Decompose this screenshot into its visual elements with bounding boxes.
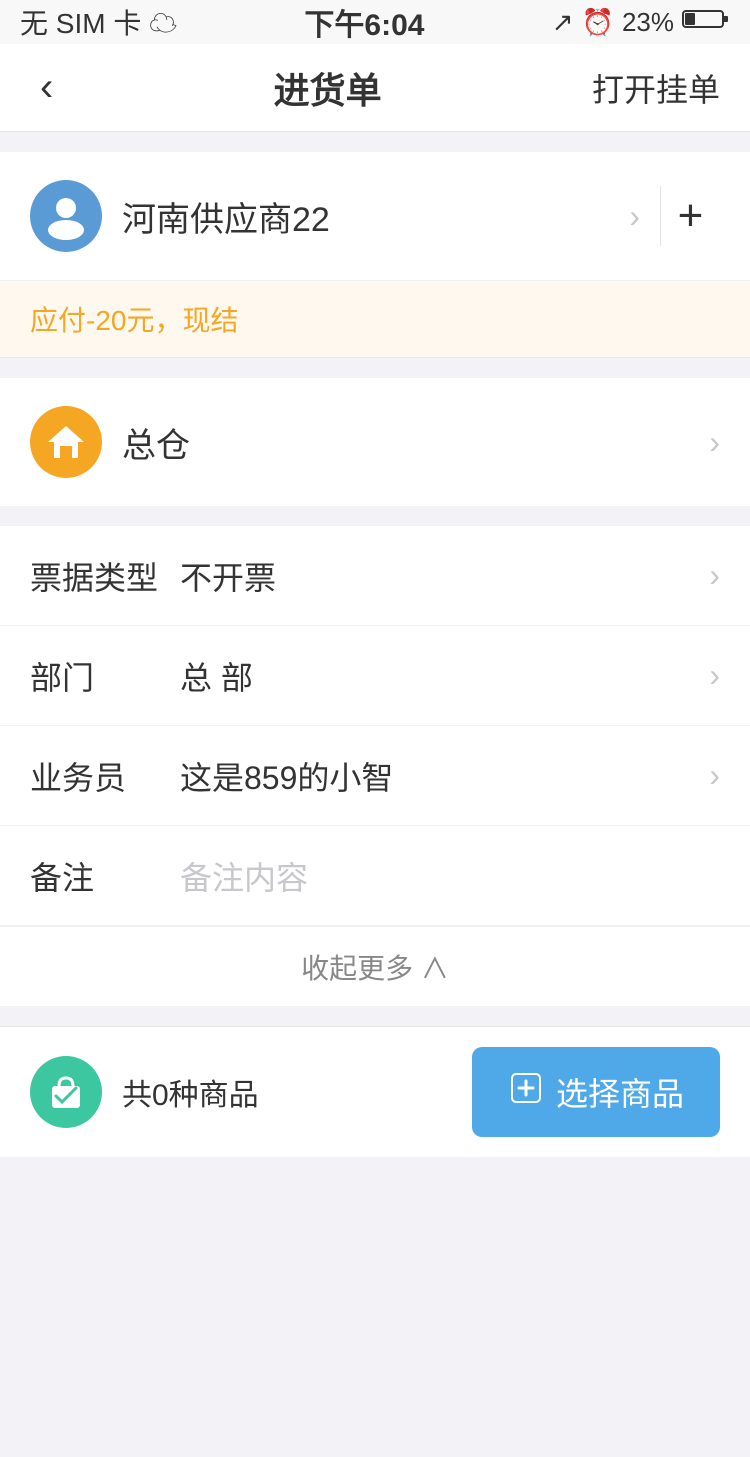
supplier-chevron-icon: › xyxy=(629,198,640,235)
remark-input[interactable]: 备注内容 xyxy=(170,853,720,899)
location-icon: ↗ xyxy=(552,7,574,38)
product-bar: 共0种商品 选择商品 xyxy=(0,1026,750,1157)
invoice-type-value: 不开票 xyxy=(170,553,699,599)
supplier-row[interactable]: 河南供应商22 › + xyxy=(0,152,750,281)
warehouse-chevron-icon: › xyxy=(709,424,720,461)
department-row[interactable]: 部门 总 部 › xyxy=(0,626,750,726)
status-left: 无 SIM 卡 ☁ xyxy=(20,2,177,42)
no-sim-text: 无 SIM 卡 ☁ xyxy=(20,2,177,42)
section-gap-3 xyxy=(0,506,750,526)
notice-banner: 应付-20元，现结 xyxy=(0,281,750,358)
department-label: 部门 xyxy=(30,653,170,699)
bottom-gray-area xyxy=(0,1157,750,1457)
product-count-text: 共0种商品 xyxy=(122,1070,259,1114)
page-title: 进货单 xyxy=(274,62,382,114)
nav-bar: ‹ 进货单 打开挂单 xyxy=(0,44,750,132)
battery-icon xyxy=(682,7,730,38)
add-icon: + xyxy=(678,194,704,238)
salesperson-row[interactable]: 业务员 这是859的小智 › xyxy=(0,726,750,826)
salesperson-chevron-icon: › xyxy=(709,757,720,794)
invoice-type-row[interactable]: 票据类型 不开票 › xyxy=(0,526,750,626)
product-icon xyxy=(30,1056,102,1128)
select-product-icon xyxy=(508,1070,544,1114)
back-button[interactable]: ‹ xyxy=(30,55,63,120)
select-product-button[interactable]: 选择商品 xyxy=(472,1047,720,1137)
supplier-name: 河南供应商22 xyxy=(122,192,629,241)
collapse-button[interactable]: 收起更多 ∧ xyxy=(0,926,750,1006)
salesperson-label: 业务员 xyxy=(30,753,170,799)
warehouse-section: 总仓 › xyxy=(0,378,750,506)
alarm-icon: ⏰ xyxy=(582,7,614,38)
warehouse-name: 总仓 xyxy=(122,418,709,467)
section-gap-4 xyxy=(0,1006,750,1026)
battery-text: 23% xyxy=(622,7,674,38)
warehouse-row[interactable]: 总仓 › xyxy=(0,378,750,506)
status-right: ↗ ⏰ 23% xyxy=(552,7,730,38)
supplier-avatar xyxy=(30,180,102,252)
status-time: 下午6:04 xyxy=(304,0,424,44)
warehouse-icon xyxy=(30,406,102,478)
department-chevron-icon: › xyxy=(709,657,720,694)
open-pending-button[interactable]: 打开挂单 xyxy=(592,65,720,111)
select-product-label: 选择商品 xyxy=(556,1069,684,1115)
remark-row[interactable]: 备注 备注内容 xyxy=(0,826,750,926)
section-gap-1 xyxy=(0,132,750,152)
invoice-type-chevron-icon: › xyxy=(709,557,720,594)
department-value: 总 部 xyxy=(170,653,699,699)
status-bar: 无 SIM 卡 ☁ 下午6:04 ↗ ⏰ 23% xyxy=(0,0,750,44)
form-section: 票据类型 不开票 › 部门 总 部 › 业务员 这是859的小智 › 备注 备注… xyxy=(0,526,750,1006)
product-count-area: 共0种商品 xyxy=(30,1056,259,1128)
remark-label: 备注 xyxy=(30,853,170,899)
supplier-section: 河南供应商22 › + 应付-20元，现结 xyxy=(0,152,750,358)
supplier-add-button[interactable]: + xyxy=(660,186,720,246)
invoice-type-label: 票据类型 xyxy=(30,553,170,599)
section-gap-2 xyxy=(0,358,750,378)
salesperson-value: 这是859的小智 xyxy=(170,753,699,799)
